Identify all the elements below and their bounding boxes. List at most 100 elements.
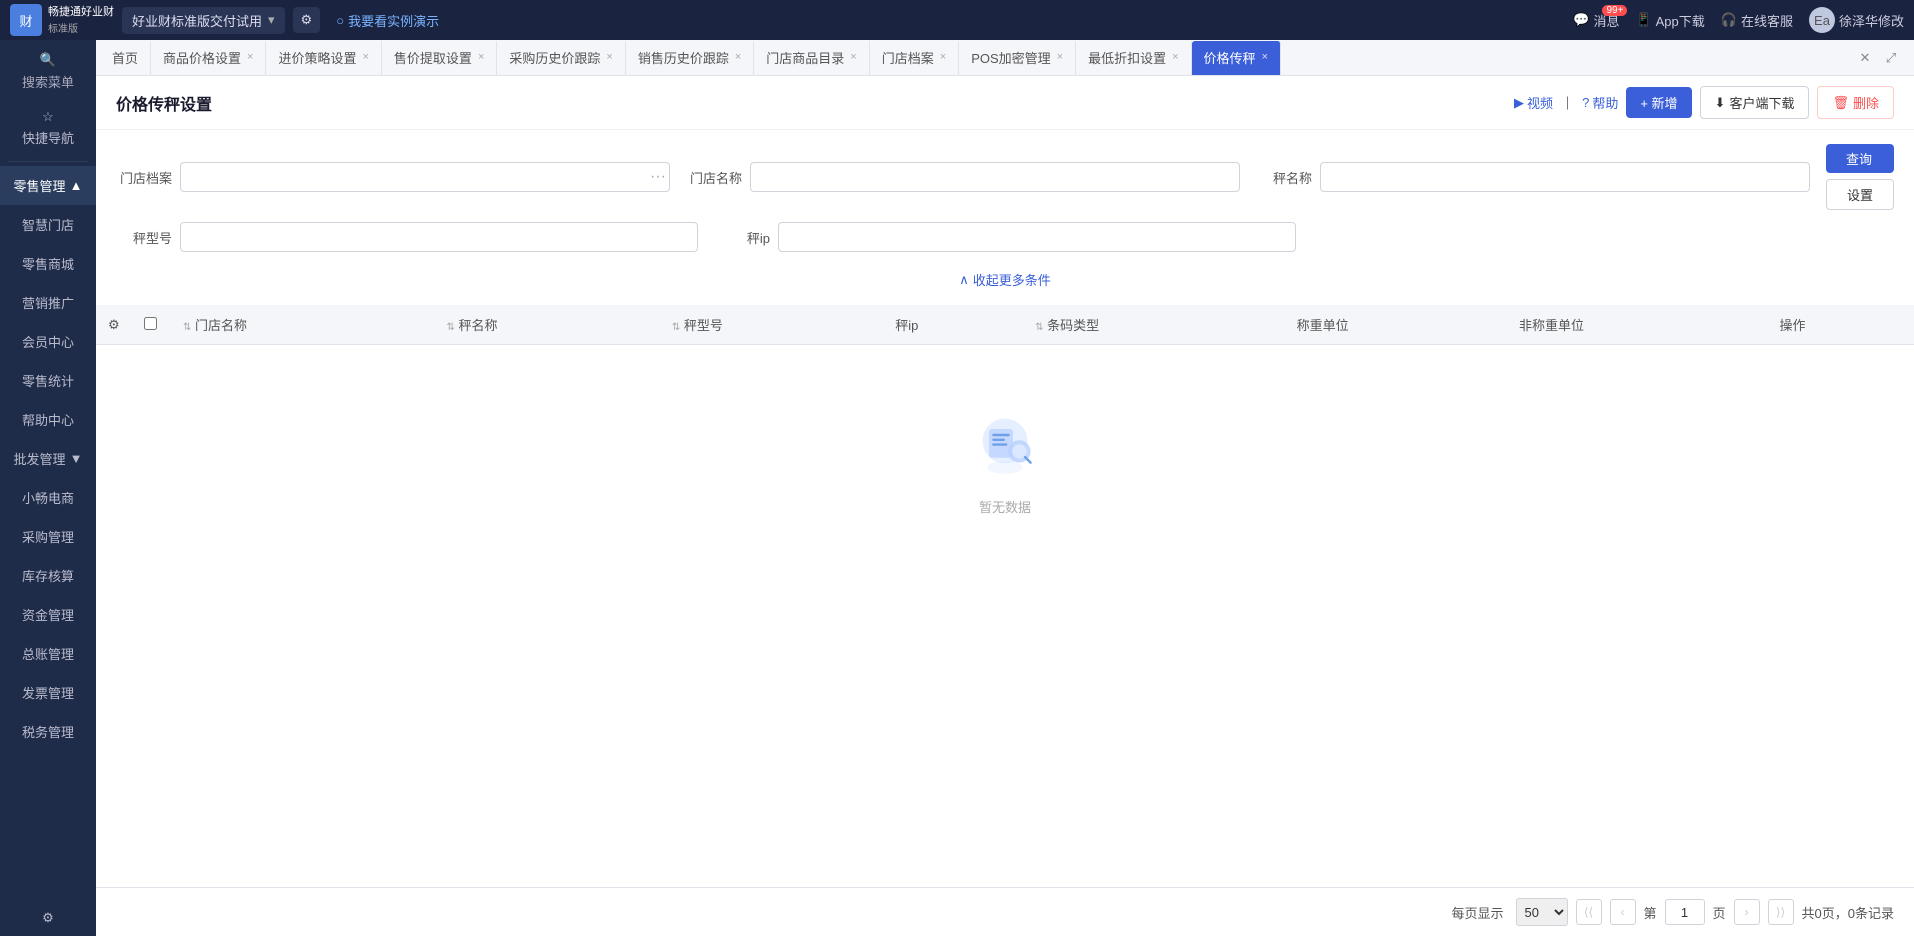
data-table: ⚙ ⇅ 门店名称 ⇅ 秤名称 xyxy=(96,305,1914,576)
tab-close-icon[interactable]: × xyxy=(606,52,612,63)
store-name-input[interactable] xyxy=(750,162,1240,192)
top-settings-button[interactable]: ⚙ xyxy=(293,7,321,33)
total-info: 共0页，0条记录 xyxy=(1802,903,1894,922)
video-link[interactable]: ▶ 视频 xyxy=(1514,93,1553,112)
sidebar-item-label: 会员中心 xyxy=(22,332,74,351)
app-icon: 📱 xyxy=(1635,12,1651,28)
sort-icon[interactable]: ⇅ xyxy=(1035,322,1043,333)
tab-price-extract[interactable]: 售价提取设置 × xyxy=(382,41,497,75)
app-download-button[interactable]: 📱 App下载 xyxy=(1635,11,1704,30)
col-scale-name: ⇅ 秤名称 xyxy=(432,305,657,345)
page-input[interactable] xyxy=(1665,899,1705,925)
maximize-tab-button[interactable]: ⤢ xyxy=(1880,47,1902,69)
sidebar-item-help[interactable]: 帮助中心 xyxy=(0,400,96,439)
demo-button[interactable]: ○ 我要看实例演示 xyxy=(328,11,447,30)
version-selector[interactable]: 好业财标准版交付试用 ▾ xyxy=(122,7,285,34)
tab-purchase-strategy[interactable]: 进价策略设置 × xyxy=(266,41,381,75)
sidebar-item-smart-store[interactable]: 智慧门店 xyxy=(0,205,96,244)
col-weight-unit: 称重单位 xyxy=(1285,305,1507,345)
last-page-button[interactable]: ⟩⟩ xyxy=(1768,899,1794,925)
collapse-button[interactable]: ∧ 收起更多条件 xyxy=(959,270,1051,289)
store-archive-input[interactable] xyxy=(180,162,670,192)
sidebar-item-purchase[interactable]: 采购管理 xyxy=(0,517,96,556)
tab-close-icon[interactable]: × xyxy=(940,52,946,63)
tab-home[interactable]: 首页 xyxy=(100,41,151,75)
trash-icon: 🗑 xyxy=(1832,95,1849,111)
sort-icon[interactable]: ⇅ xyxy=(446,322,454,333)
sidebar-item-label: 零售管理 xyxy=(14,176,66,195)
chevron-down-icon: ▼ xyxy=(70,451,83,466)
tab-pos-management[interactable]: POS加密管理 × xyxy=(959,41,1076,75)
sidebar-quick-nav[interactable]: ☆ 快捷导航 xyxy=(0,99,96,157)
tab-price-transfer[interactable]: 价格传秤 × xyxy=(1192,41,1281,75)
query-button[interactable]: 查询 xyxy=(1826,144,1894,173)
download-icon: ⬇ xyxy=(1715,95,1726,111)
delete-button[interactable]: 🗑 删除 xyxy=(1817,86,1894,119)
sidebar-item-finance[interactable]: 资金管理 xyxy=(0,595,96,634)
sidebar-item-label: 批发管理 xyxy=(14,449,66,468)
help-link[interactable]: ? 帮助 xyxy=(1582,93,1618,112)
online-service-button[interactable]: 🎧 在线客服 xyxy=(1721,11,1793,30)
demo-icon: ○ xyxy=(336,13,344,28)
col-barcode-type: ⇅ 条码类型 xyxy=(1021,305,1284,345)
sidebar-item-retail-management[interactable]: 零售管理 ▲ xyxy=(0,166,96,205)
tab-close-icon[interactable]: × xyxy=(1172,52,1178,63)
close-tab-button[interactable]: ✕ xyxy=(1854,47,1876,69)
scale-name-input[interactable] xyxy=(1320,162,1810,192)
tab-sales-history[interactable]: 销售历史价跟踪 × xyxy=(626,41,754,75)
first-page-button[interactable]: ⟨⟨ xyxy=(1576,899,1602,925)
set-button[interactable]: 设置 xyxy=(1826,179,1894,210)
page-word: 第 xyxy=(1644,903,1657,922)
message-badge: 99+ xyxy=(1602,5,1627,16)
select-all-checkbox[interactable] xyxy=(144,317,157,330)
sort-icon[interactable]: ⇅ xyxy=(183,322,191,333)
tab-close-icon[interactable]: × xyxy=(850,52,856,63)
download-button[interactable]: ⬇ 客户端下载 xyxy=(1700,86,1810,119)
user-menu[interactable]: Ea 徐泽华修改 xyxy=(1809,7,1904,33)
tab-store-catalog[interactable]: 门店商品目录 × xyxy=(754,41,869,75)
tab-close-icon[interactable]: × xyxy=(735,52,741,63)
sidebar-divider xyxy=(8,161,88,162)
sort-icon[interactable]: ⇅ xyxy=(672,322,680,333)
sidebar-search[interactable]: 🔍 搜索菜单 xyxy=(0,44,96,99)
sidebar-item-retail-stats[interactable]: 零售统计 xyxy=(0,361,96,400)
sidebar-item-label: 库存核算 xyxy=(22,566,74,585)
tab-close-icon[interactable]: × xyxy=(1057,52,1063,63)
tab-close-icon[interactable]: × xyxy=(1262,52,1268,63)
col-checkbox xyxy=(132,305,169,345)
tab-close-icon[interactable]: × xyxy=(362,52,368,63)
page-unit: 页 xyxy=(1713,903,1726,922)
tab-goods-price[interactable]: 商品价格设置 × xyxy=(151,41,266,75)
sidebar-settings-button[interactable]: ⚙ xyxy=(0,900,96,936)
filter-area: 门店档案 ··· 门店名称 秤名称 查询 xyxy=(96,130,1914,305)
sidebar-item-marketing[interactable]: 营销推广 xyxy=(0,283,96,322)
sidebar-item-ledger[interactable]: 总账管理 xyxy=(0,634,96,673)
tab-min-discount[interactable]: 最低折扣设置 × xyxy=(1076,41,1191,75)
sidebar-item-label: 资金管理 xyxy=(22,605,74,624)
tab-close-icon[interactable]: × xyxy=(247,52,253,63)
tab-purchase-history[interactable]: 采购历史价跟踪 × xyxy=(497,41,625,75)
prev-page-button[interactable]: ‹ xyxy=(1610,899,1636,925)
tab-store-archive[interactable]: 门店档案 × xyxy=(870,41,959,75)
sidebar-item-invoice[interactable]: 发票管理 xyxy=(0,673,96,712)
settings-icon[interactable]: ⚙ xyxy=(108,317,120,332)
scale-ip-input[interactable] xyxy=(778,222,1296,252)
star-icon: ☆ xyxy=(42,109,54,125)
sidebar-item-retail-mall[interactable]: 零售商城 xyxy=(0,244,96,283)
tab-close-icon[interactable]: × xyxy=(478,52,484,63)
dots-icon[interactable]: ··· xyxy=(650,169,666,185)
message-button[interactable]: 💬 消息 99+ xyxy=(1573,11,1619,30)
next-page-button[interactable]: › xyxy=(1734,899,1760,925)
add-button[interactable]: + 新增 xyxy=(1626,87,1691,118)
top-bar-right: 💬 消息 99+ 📱 App下载 🎧 在线客服 Ea 徐泽华修改 xyxy=(1573,7,1904,33)
store-name-field: 门店名称 xyxy=(686,162,1240,192)
sidebar-item-inventory[interactable]: 库存核算 xyxy=(0,556,96,595)
sidebar-item-wholesale[interactable]: 批发管理 ▼ xyxy=(0,439,96,478)
sidebar-item-tax[interactable]: 税务管理 xyxy=(0,712,96,751)
sidebar-item-label: 营销推广 xyxy=(22,293,74,312)
sidebar-item-ecommerce[interactable]: 小畅电商 xyxy=(0,478,96,517)
scale-model-input[interactable] xyxy=(180,222,698,252)
sidebar-item-member[interactable]: 会员中心 xyxy=(0,322,96,361)
page-size-select[interactable]: 10 20 50 100 xyxy=(1516,898,1568,926)
empty-state: 暂无数据 xyxy=(96,345,1914,576)
